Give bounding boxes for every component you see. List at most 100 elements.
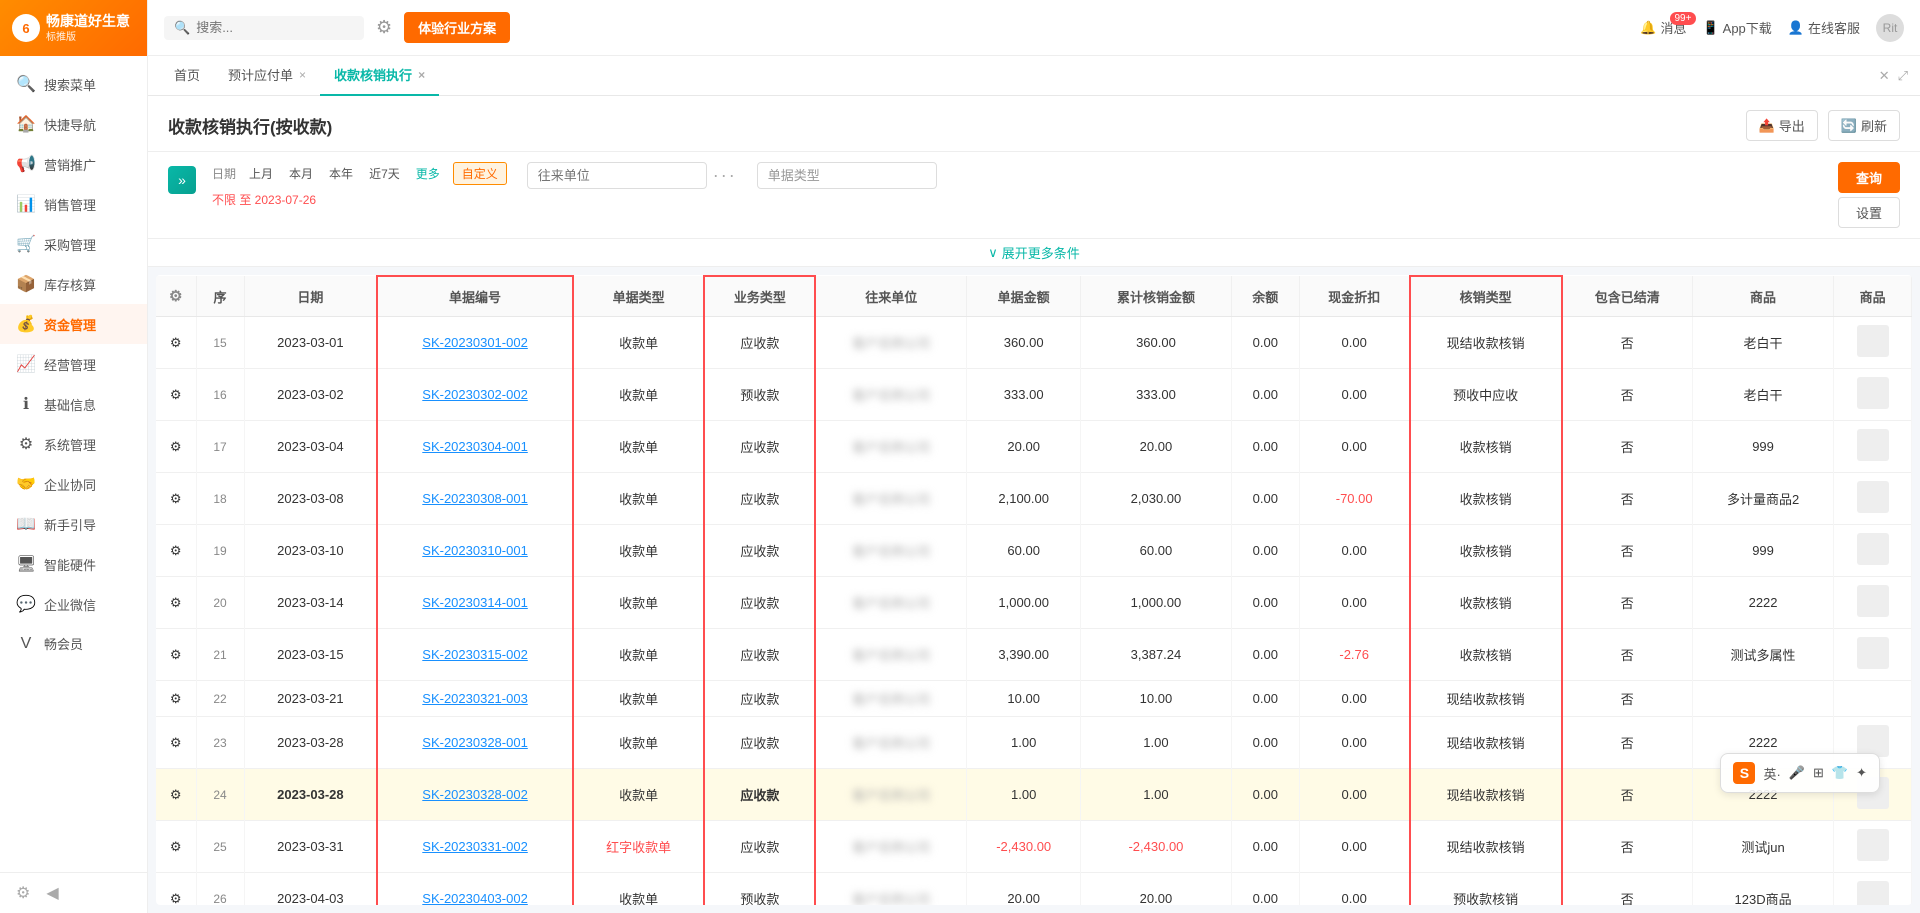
gear-icon[interactable]: ⚙ <box>376 17 392 38</box>
watermark-badge: S 英· 🎤 ⊞ 👕 ✦ <box>1720 753 1880 793</box>
tab-预计应付单[interactable]: 预计应付单 × <box>214 56 320 96</box>
row-gear[interactable]: ⚙ <box>156 577 196 629</box>
row-gear[interactable]: ⚙ <box>156 873 196 906</box>
sidebar-item-经营管理[interactable]: 📈经营管理 <box>0 344 147 384</box>
sidebar-item-库存核算[interactable]: 📦库存核算 <box>0 264 147 304</box>
page-header: 收款核销执行(按收款) 📤 导出 🔄 刷新 <box>148 96 1920 152</box>
row-biz-type: 应收款 <box>704 821 815 873</box>
row-doc-no[interactable]: SK-20230328-002 <box>377 769 573 821</box>
th-write_off_type: 核销类型 <box>1410 276 1562 317</box>
sidebar-item-企业微信[interactable]: 💬企业微信 <box>0 584 147 624</box>
sidebar-item-企业协同[interactable]: 🤝企业协同 <box>0 464 147 504</box>
date-tab-更多[interactable]: 更多 <box>409 162 447 185</box>
sidebar-item-新手引导[interactable]: 📖新手引导 <box>0 504 147 544</box>
tabbar: 首页预计应付单 ×收款核销执行 × ✕ ⤢ <box>148 56 1920 96</box>
export-button[interactable]: 📤 导出 <box>1746 110 1818 141</box>
close-tab-icon[interactable]: ✕ <box>1879 68 1890 84</box>
row-doc-type: 收款单 <box>573 769 705 821</box>
row-doc-no[interactable]: SK-20230310-001 <box>377 525 573 577</box>
row-gear[interactable]: ⚙ <box>156 681 196 717</box>
sidebar-item-智能硬件[interactable]: 🖥智能硬件 <box>0 544 147 584</box>
query-button[interactable]: 查询 <box>1838 162 1900 193</box>
row-balance: 0.00 <box>1231 681 1299 717</box>
row-include-cleared: 否 <box>1562 717 1693 769</box>
more-dots[interactable]: ··· <box>713 165 737 186</box>
notification-item[interactable]: 🔔 消息 99+ <box>1640 18 1686 37</box>
row-gear[interactable]: ⚙ <box>156 473 196 525</box>
row-doc-no[interactable]: SK-20230315-002 <box>377 629 573 681</box>
row-doc-no[interactable]: SK-20230403-002 <box>377 873 573 906</box>
doc-type-select[interactable]: 单据类型 <box>757 162 937 189</box>
row-partner: 客户名称公司 <box>815 369 966 421</box>
sidebar-item-销售管理[interactable]: 📊销售管理 <box>0 184 147 224</box>
row-doc-no[interactable]: SK-20230304-001 <box>377 421 573 473</box>
sidebar-label: 基础信息 <box>44 395 96 414</box>
row-doc-no[interactable]: SK-20230314-001 <box>377 577 573 629</box>
filter-partner-group: ··· <box>527 162 737 189</box>
row-product-img <box>1834 681 1912 717</box>
app-download-item[interactable]: 📱 App下载 <box>1702 18 1771 37</box>
tab-close[interactable]: × <box>299 68 306 82</box>
sidebar-item-系统管理[interactable]: ⚙系统管理 <box>0 424 147 464</box>
custom-tag[interactable]: 自定义 <box>453 162 507 185</box>
row-doc-no[interactable]: SK-20230328-001 <box>377 717 573 769</box>
date-tab-上月[interactable]: 上月 <box>242 162 280 185</box>
row-doc-no[interactable]: SK-20230308-001 <box>377 473 573 525</box>
filter-bar: » 日期 上月本月本年近7天更多 自定义 不限 至 2023-07-26 ··· <box>148 152 1920 239</box>
row-product-img <box>1834 317 1912 369</box>
search-input[interactable] <box>196 20 336 35</box>
row-doc-no[interactable]: SK-20230321-003 <box>377 681 573 717</box>
row-gear[interactable]: ⚙ <box>156 369 196 421</box>
row-doc-no[interactable]: SK-20230301-002 <box>377 317 573 369</box>
row-doc-no[interactable]: SK-20230331-002 <box>377 821 573 873</box>
date-tab-近7天[interactable]: 近7天 <box>362 162 407 185</box>
row-no: 24 <box>196 769 244 821</box>
setting-button[interactable]: 设置 <box>1838 197 1900 228</box>
row-gear[interactable]: ⚙ <box>156 421 196 473</box>
date-tab-本年[interactable]: 本年 <box>322 162 360 185</box>
solution-button[interactable]: 体验行业方案 <box>404 12 510 43</box>
settings-icon[interactable]: ⚙ <box>16 883 30 903</box>
row-partner: 客户名称公司 <box>815 317 966 369</box>
sidebar-item-畅会员[interactable]: V畅会员 <box>0 624 147 663</box>
sidebar-item-快捷导航[interactable]: 🏠快捷导航 <box>0 104 147 144</box>
tab-首页[interactable]: 首页 <box>160 56 214 96</box>
sidebar-item-采购管理[interactable]: 🛒采购管理 <box>0 224 147 264</box>
row-gear[interactable]: ⚙ <box>156 629 196 681</box>
sidebar-item-搜索菜单[interactable]: 🔍搜索菜单 <box>0 64 147 104</box>
tab-close[interactable]: × <box>418 68 425 82</box>
row-discount: 0.00 <box>1299 577 1409 629</box>
sidebar-item-营销推广[interactable]: 📢营销推广 <box>0 144 147 184</box>
row-gear[interactable]: ⚙ <box>156 717 196 769</box>
topbar-search[interactable]: 🔍 <box>164 16 364 40</box>
th-doc_no: 单据编号 <box>377 276 573 317</box>
refresh-button[interactable]: 🔄 刷新 <box>1828 110 1900 141</box>
topbar: 🔍 ⚙ 体验行业方案 🔔 消息 99+ 📱 App下载 👤 在线客服 Rit <box>148 0 1920 56</box>
row-doc-no[interactable]: SK-20230302-002 <box>377 369 573 421</box>
sidebar-label: 库存核算 <box>44 275 96 294</box>
collapse-icon[interactable]: ◀ <box>46 883 58 903</box>
expand-more-button[interactable]: ∨ 展开更多条件 <box>988 243 1080 262</box>
maximize-icon[interactable]: ⤢ <box>1898 68 1908 84</box>
row-date: 2023-03-28 <box>244 717 377 769</box>
row-write-off-type: 现结收款核销 <box>1410 769 1562 821</box>
online-service-item[interactable]: 👤 在线客服 <box>1788 18 1860 37</box>
row-doc-type: 收款单 <box>573 317 705 369</box>
sidebar-item-基础信息[interactable]: ℹ基础信息 <box>0 384 147 424</box>
sidebar-icon: 📈 <box>16 354 36 374</box>
row-gear[interactable]: ⚙ <box>156 769 196 821</box>
gear-col-icon[interactable]: ⚙ <box>169 288 182 305</box>
partner-input[interactable] <box>527 162 707 189</box>
sidebar-item-资金管理[interactable]: 💰资金管理 <box>0 304 147 344</box>
row-discount: 0.00 <box>1299 317 1409 369</box>
row-gear[interactable]: ⚙ <box>156 317 196 369</box>
filter-expand-button[interactable]: » <box>168 166 196 194</box>
row-biz-type: 预收款 <box>704 369 815 421</box>
sidebar-label: 智能硬件 <box>44 555 96 574</box>
date-tab-本月[interactable]: 本月 <box>282 162 320 185</box>
row-product-img <box>1834 873 1912 906</box>
tab-收款核销执行[interactable]: 收款核销执行 × <box>320 56 439 96</box>
row-gear[interactable]: ⚙ <box>156 821 196 873</box>
avatar[interactable]: Rit <box>1876 14 1904 42</box>
row-gear[interactable]: ⚙ <box>156 525 196 577</box>
